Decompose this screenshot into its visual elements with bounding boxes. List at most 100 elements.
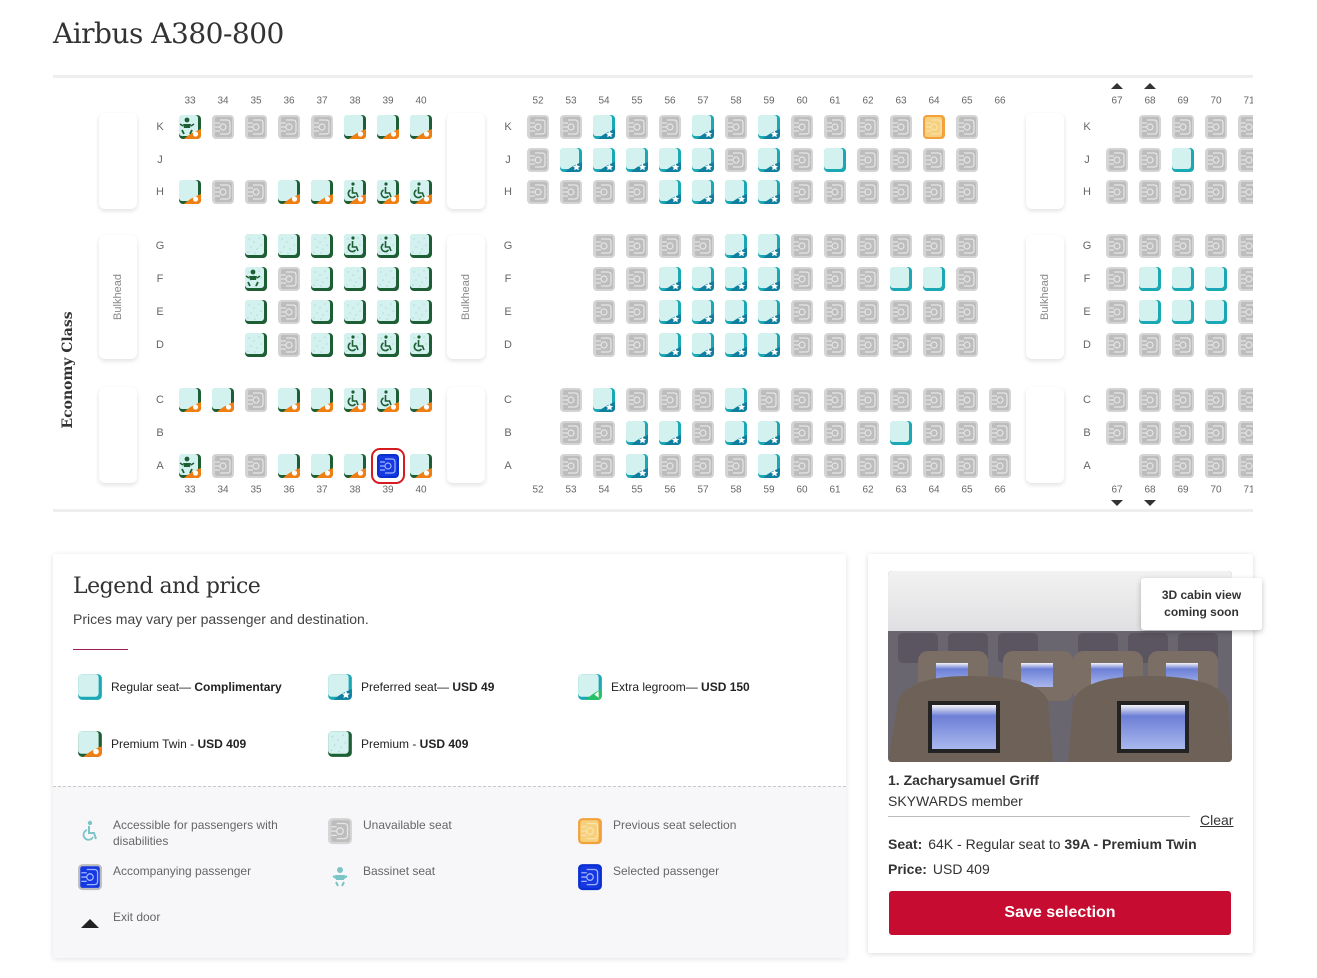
preferred-seat[interactable] — [757, 179, 781, 205]
premium-seat[interactable] — [310, 233, 334, 259]
preferred-seat[interactable] — [658, 147, 682, 173]
preferred-seat[interactable] — [724, 179, 748, 205]
premium-seat[interactable] — [409, 233, 433, 259]
regular-seat[interactable] — [889, 420, 913, 446]
premium-twin-seat[interactable] — [409, 114, 433, 140]
premium-twin-seat[interactable] — [178, 453, 202, 479]
unavailable-seat-icon — [626, 333, 648, 357]
preferred-seat[interactable] — [691, 332, 715, 358]
preferred-seat[interactable] — [757, 147, 781, 173]
clear-link[interactable]: Clear — [1200, 812, 1233, 828]
regular-seat[interactable] — [1138, 266, 1162, 292]
preferred-seat[interactable] — [658, 299, 682, 325]
premium-seat[interactable] — [244, 233, 268, 259]
preferred-seat[interactable] — [724, 233, 748, 259]
preferred-seat[interactable] — [691, 114, 715, 140]
preferred-seat[interactable] — [757, 332, 781, 358]
preferred-seat[interactable] — [724, 299, 748, 325]
row-label: J — [505, 154, 511, 166]
regular-seat[interactable] — [1138, 299, 1162, 325]
unavailable-seat-icon — [791, 454, 813, 478]
premium-seat[interactable] — [244, 266, 268, 292]
premium-seat[interactable] — [343, 299, 367, 325]
preferred-seat[interactable] — [724, 387, 748, 413]
regular-seat[interactable] — [922, 266, 946, 292]
premium-twin-seat[interactable] — [376, 114, 400, 140]
premium-seat[interactable] — [310, 299, 334, 325]
preferred-seat[interactable] — [691, 147, 715, 173]
preferred-seat[interactable] — [757, 233, 781, 259]
premium-twin-seat[interactable] — [376, 387, 400, 413]
preferred-seat[interactable] — [625, 453, 649, 479]
preferred-seat[interactable] — [757, 114, 781, 140]
preferred-seat[interactable] — [592, 387, 616, 413]
premium-seat[interactable] — [343, 266, 367, 292]
preferred-seat[interactable] — [757, 453, 781, 479]
premium-seat[interactable] — [376, 233, 400, 259]
preferred-seat[interactable] — [757, 266, 781, 292]
premium-twin-seat[interactable] — [178, 179, 202, 205]
premium-seat[interactable] — [409, 266, 433, 292]
premium-seat[interactable] — [310, 332, 334, 358]
preferred-seat[interactable] — [559, 147, 583, 173]
premium-twin-seat[interactable] — [376, 179, 400, 205]
column-number-top: 37 — [316, 95, 328, 107]
premium-seat[interactable] — [409, 299, 433, 325]
premium-seat[interactable] — [376, 332, 400, 358]
premium-twin-seat[interactable] — [409, 453, 433, 479]
regular-seat[interactable] — [1171, 147, 1195, 173]
premium-seat[interactable] — [310, 266, 334, 292]
premium-seat[interactable] — [343, 233, 367, 259]
preferred-seat[interactable] — [691, 266, 715, 292]
premium-twin-seat[interactable] — [343, 114, 367, 140]
premium-twin-seat[interactable] — [277, 453, 301, 479]
premium-twin-seat[interactable] — [178, 387, 202, 413]
preferred-seat[interactable] — [691, 179, 715, 205]
preferred-seat[interactable] — [592, 147, 616, 173]
regular-seat[interactable] — [1204, 299, 1228, 325]
preferred-seat[interactable] — [625, 420, 649, 446]
premium-seat[interactable] — [244, 299, 268, 325]
preferred-seat[interactable] — [724, 332, 748, 358]
preferred-seat[interactable] — [757, 299, 781, 325]
preferred-seat[interactable] — [757, 420, 781, 446]
preferred-seat[interactable] — [724, 420, 748, 446]
premium-twin-seat[interactable] — [277, 179, 301, 205]
premium-seat[interactable] — [376, 266, 400, 292]
premium-twin-seat[interactable] — [211, 387, 235, 413]
regular-seat[interactable] — [889, 266, 913, 292]
premium-twin-seat[interactable] — [343, 453, 367, 479]
regular-seat[interactable] — [1171, 299, 1195, 325]
premium-twin-seat-icon — [212, 388, 234, 412]
preferred-seat[interactable] — [658, 420, 682, 446]
premium-seat[interactable] — [277, 233, 301, 259]
previous-selection-seat[interactable] — [922, 114, 946, 140]
regular-seat[interactable] — [1204, 266, 1228, 292]
premium-twin-seat[interactable] — [343, 179, 367, 205]
preferred-seat[interactable] — [658, 179, 682, 205]
save-selection-button[interactable]: Save selection — [889, 891, 1231, 935]
regular-seat[interactable] — [1171, 266, 1195, 292]
premium-twin-seat[interactable] — [277, 387, 301, 413]
preferred-seat[interactable] — [592, 114, 616, 140]
preferred-seat[interactable] — [625, 147, 649, 173]
premium-twin-seat[interactable] — [343, 387, 367, 413]
premium-seat[interactable] — [409, 332, 433, 358]
unavailable-seat — [1204, 114, 1228, 140]
selected-seat[interactable] — [371, 448, 405, 484]
preferred-seat[interactable] — [658, 266, 682, 292]
premium-seat[interactable] — [244, 332, 268, 358]
premium-twin-seat[interactable] — [310, 453, 334, 479]
premium-seat[interactable] — [376, 299, 400, 325]
premium-seat[interactable] — [343, 332, 367, 358]
extra-legroom-seat-icon — [577, 673, 603, 701]
premium-twin-seat[interactable] — [310, 387, 334, 413]
preferred-seat[interactable] — [724, 266, 748, 292]
premium-twin-seat[interactable] — [409, 387, 433, 413]
preferred-seat[interactable] — [691, 299, 715, 325]
premium-twin-seat[interactable] — [310, 179, 334, 205]
regular-seat[interactable] — [823, 147, 847, 173]
premium-twin-seat[interactable] — [409, 179, 433, 205]
preferred-seat[interactable] — [658, 332, 682, 358]
premium-twin-seat[interactable] — [178, 114, 202, 140]
